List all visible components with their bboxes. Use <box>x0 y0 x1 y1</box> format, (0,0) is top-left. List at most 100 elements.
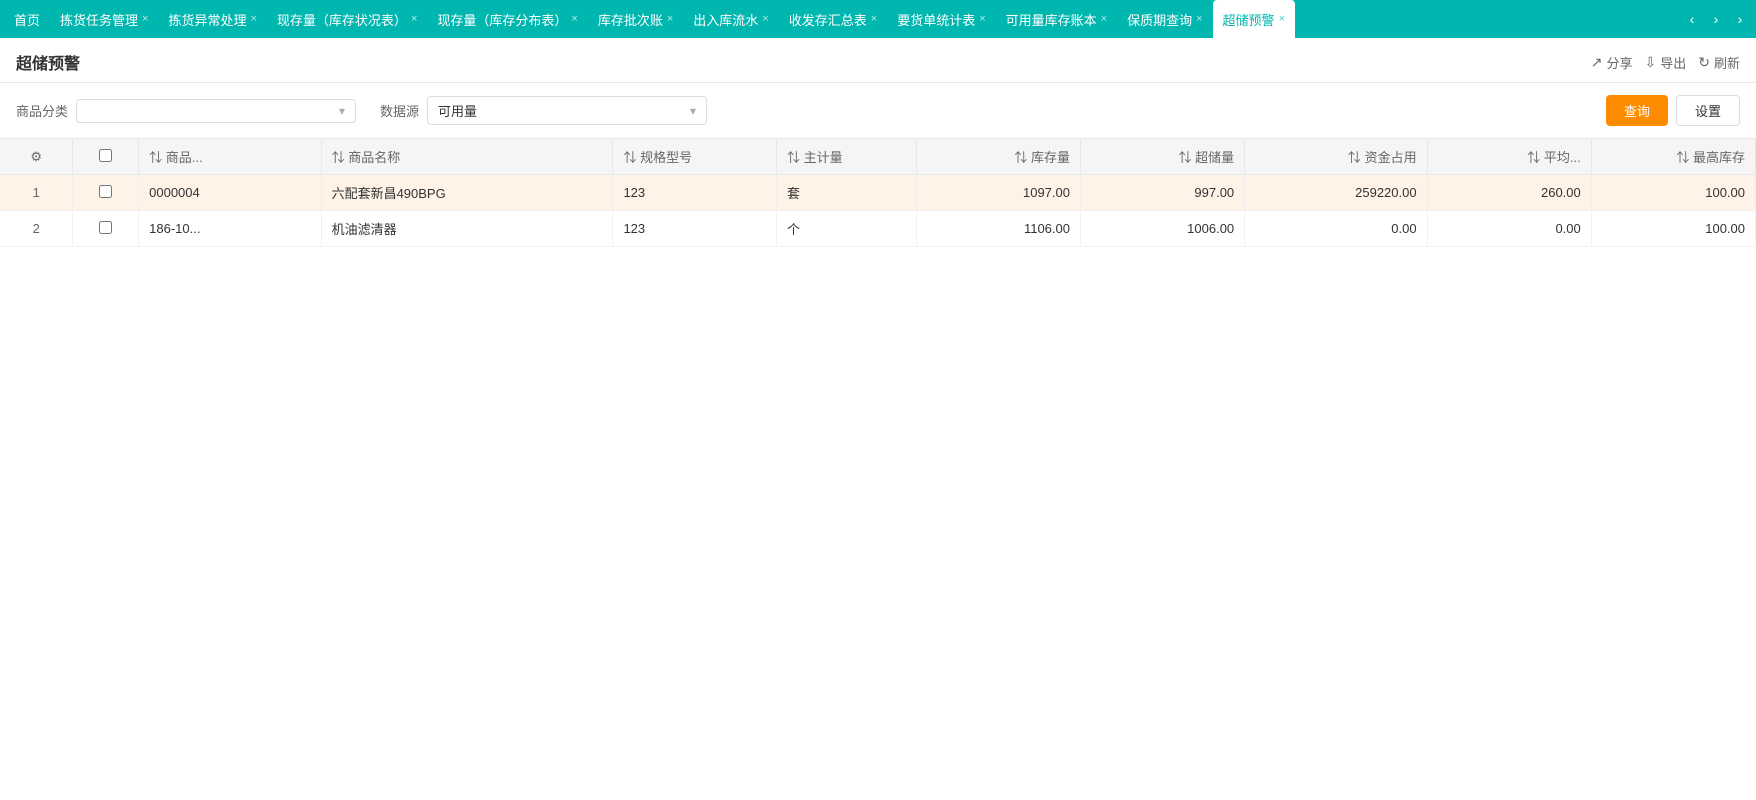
category-filter: 商品分类 ▾ <box>16 99 356 123</box>
refresh-button[interactable]: ↻ 刷新 <box>1698 53 1740 72</box>
table-row: 1 0000004 六配套新昌490BPG 123 套 1097.00 997.… <box>0 175 1756 211</box>
col-spec-header[interactable]: ⇅ 规格型号 <box>613 139 777 175</box>
row-checkbox-0[interactable] <box>73 175 139 211</box>
nav-item-7[interactable]: 收发存汇总表 × <box>779 0 887 38</box>
nav-item-home[interactable]: 首页 <box>4 0 50 38</box>
col-avg-sort-icon: ⇅ <box>1527 150 1540 165</box>
nav-close-4[interactable]: × <box>571 13 577 25</box>
nav-item-6[interactable]: 出入库流水 × <box>683 0 778 38</box>
category-label: 商品分类 <box>16 101 68 120</box>
nav-close-7[interactable]: × <box>871 13 877 25</box>
nav-bar: 首页 拣货任务管理 × 拣货异常处理 × 现存量（库存状况表） × 现存量（库存… <box>0 0 1756 38</box>
row-checkbox-1[interactable] <box>73 211 139 247</box>
nav-close-11[interactable]: × <box>1279 13 1285 25</box>
row-unit-1: 个 <box>776 211 916 247</box>
share-icon: ↗ <box>1591 54 1603 71</box>
row-code-1: 186-10... <box>139 211 321 247</box>
datasource-select-value: 可用量 <box>438 101 477 120</box>
col-stock-sort-icon: ⇅ <box>1014 150 1027 165</box>
col-settings[interactable]: ⚙ <box>0 139 73 175</box>
row-num-1: 2 <box>0 211 73 247</box>
page-actions: ↗ 分享 ⇩ 导出 ↻ 刷新 <box>1591 53 1740 72</box>
col-max-sort-icon: ⇅ <box>1676 150 1689 165</box>
table-header-row: ⚙ ⇅ 商品... ⇅ 商品名称 ⇅ 规格型号 <box>0 139 1756 175</box>
export-icon: ⇩ <box>1645 54 1657 71</box>
col-stock-header[interactable]: ⇅ 库存量 <box>916 139 1080 175</box>
refresh-icon: ↻ <box>1698 54 1710 71</box>
row-name-1: 机油滤清器 <box>321 211 613 247</box>
row-code-0: 0000004 <box>139 175 321 211</box>
row-capital-0: 259220.00 <box>1245 175 1427 211</box>
row-avg-0: 260.00 <box>1427 175 1591 211</box>
datasource-select[interactable]: 可用量 ▾ <box>427 96 707 125</box>
col-checkbox[interactable] <box>73 139 139 175</box>
col-name-sort-icon: ⇅ <box>332 150 345 165</box>
row-stock-0: 1097.00 <box>916 175 1080 211</box>
row-unit-0: 套 <box>776 175 916 211</box>
col-unit-header[interactable]: ⇅ 主计量 <box>776 139 916 175</box>
nav-item-10[interactable]: 保质期查询 × <box>1117 0 1212 38</box>
nav-close-10[interactable]: × <box>1196 13 1202 25</box>
page-title: 超储预警 <box>16 50 80 74</box>
query-button[interactable]: 查询 <box>1606 95 1668 126</box>
nav-item-3[interactable]: 现存量（库存状况表） × <box>267 0 427 38</box>
col-capital-header[interactable]: ⇅ 资金占用 <box>1245 139 1427 175</box>
col-unit-sort-icon: ⇅ <box>787 150 800 165</box>
filter-bar: 商品分类 ▾ 数据源 可用量 ▾ 查询 设置 <box>0 83 1756 138</box>
row-over-0: 997.00 <box>1080 175 1244 211</box>
nav-close-8[interactable]: × <box>979 13 985 25</box>
col-spec-sort-icon: ⇅ <box>623 150 636 165</box>
share-button[interactable]: ↗ 分享 <box>1591 53 1633 72</box>
col-name-header[interactable]: ⇅ 商品名称 <box>321 139 613 175</box>
nav-item-active[interactable]: 超储预警 × <box>1213 0 1295 38</box>
table-row: 2 186-10... 机油滤清器 123 个 1106.00 1006.00 … <box>0 211 1756 247</box>
nav-arrows: ‹ › › <box>1680 0 1752 38</box>
row-avg-1: 0.00 <box>1427 211 1591 247</box>
settings-button[interactable]: 设置 <box>1676 95 1740 126</box>
row-stock-1: 1106.00 <box>916 211 1080 247</box>
row-num-0: 1 <box>0 175 73 211</box>
nav-close-3[interactable]: × <box>411 13 417 25</box>
nav-close-9[interactable]: × <box>1101 13 1107 25</box>
page-content: 超储预警 ↗ 分享 ⇩ 导出 ↻ 刷新 商品分类 ▾ 数据源 <box>0 38 1756 800</box>
nav-close-6[interactable]: × <box>762 13 768 25</box>
category-chevron-icon: ▾ <box>339 104 345 118</box>
nav-close-1[interactable]: × <box>142 13 148 25</box>
row-spec-1: 123 <box>613 211 777 247</box>
nav-item-8[interactable]: 要货单统计表 × <box>887 0 995 38</box>
row-max-0: 100.00 <box>1591 175 1755 211</box>
datasource-filter: 数据源 可用量 ▾ <box>380 96 707 125</box>
data-table: ⚙ ⇅ 商品... ⇅ 商品名称 ⇅ 规格型号 <box>0 138 1756 247</box>
col-capital-sort-icon: ⇅ <box>1348 150 1361 165</box>
nav-close-5[interactable]: × <box>667 13 673 25</box>
col-avg-header[interactable]: ⇅ 平均... <box>1427 139 1591 175</box>
nav-item-1[interactable]: 拣货任务管理 × <box>50 0 158 38</box>
select-all-checkbox[interactable] <box>99 149 112 162</box>
datasource-label: 数据源 <box>380 101 419 120</box>
category-select[interactable]: ▾ <box>76 99 356 123</box>
export-button[interactable]: ⇩ 导出 <box>1645 53 1687 72</box>
row-max-1: 100.00 <box>1591 211 1755 247</box>
filter-buttons: 查询 设置 <box>1606 95 1740 126</box>
page-header: 超储预警 ↗ 分享 ⇩ 导出 ↻ 刷新 <box>0 38 1756 83</box>
col-code-sort-icon: ⇅ <box>149 150 162 165</box>
row-capital-1: 0.00 <box>1245 211 1427 247</box>
datasource-chevron-icon: ▾ <box>690 104 696 118</box>
nav-more-button[interactable]: › <box>1728 0 1752 38</box>
nav-item-2[interactable]: 拣货异常处理 × <box>158 0 266 38</box>
nav-close-2[interactable]: × <box>250 13 256 25</box>
col-over-sort-icon: ⇅ <box>1179 150 1192 165</box>
col-over-header[interactable]: ⇅ 超储量 <box>1080 139 1244 175</box>
row-name-0: 六配套新昌490BPG <box>321 175 613 211</box>
nav-prev-button[interactable]: ‹ <box>1680 0 1704 38</box>
nav-item-9[interactable]: 可用量库存账本 × <box>996 0 1117 38</box>
col-code-header[interactable]: ⇅ 商品... <box>139 139 321 175</box>
nav-next-button[interactable]: › <box>1704 0 1728 38</box>
nav-item-4[interactable]: 现存量（库存分布表） × <box>427 0 587 38</box>
gear-icon: ⚙ <box>30 149 42 164</box>
row-over-1: 1006.00 <box>1080 211 1244 247</box>
row-spec-0: 123 <box>613 175 777 211</box>
table-wrapper: ⚙ ⇅ 商品... ⇅ 商品名称 ⇅ 规格型号 <box>0 138 1756 247</box>
nav-item-5[interactable]: 库存批次账 × <box>588 0 683 38</box>
col-max-header[interactable]: ⇅ 最高库存 <box>1591 139 1755 175</box>
